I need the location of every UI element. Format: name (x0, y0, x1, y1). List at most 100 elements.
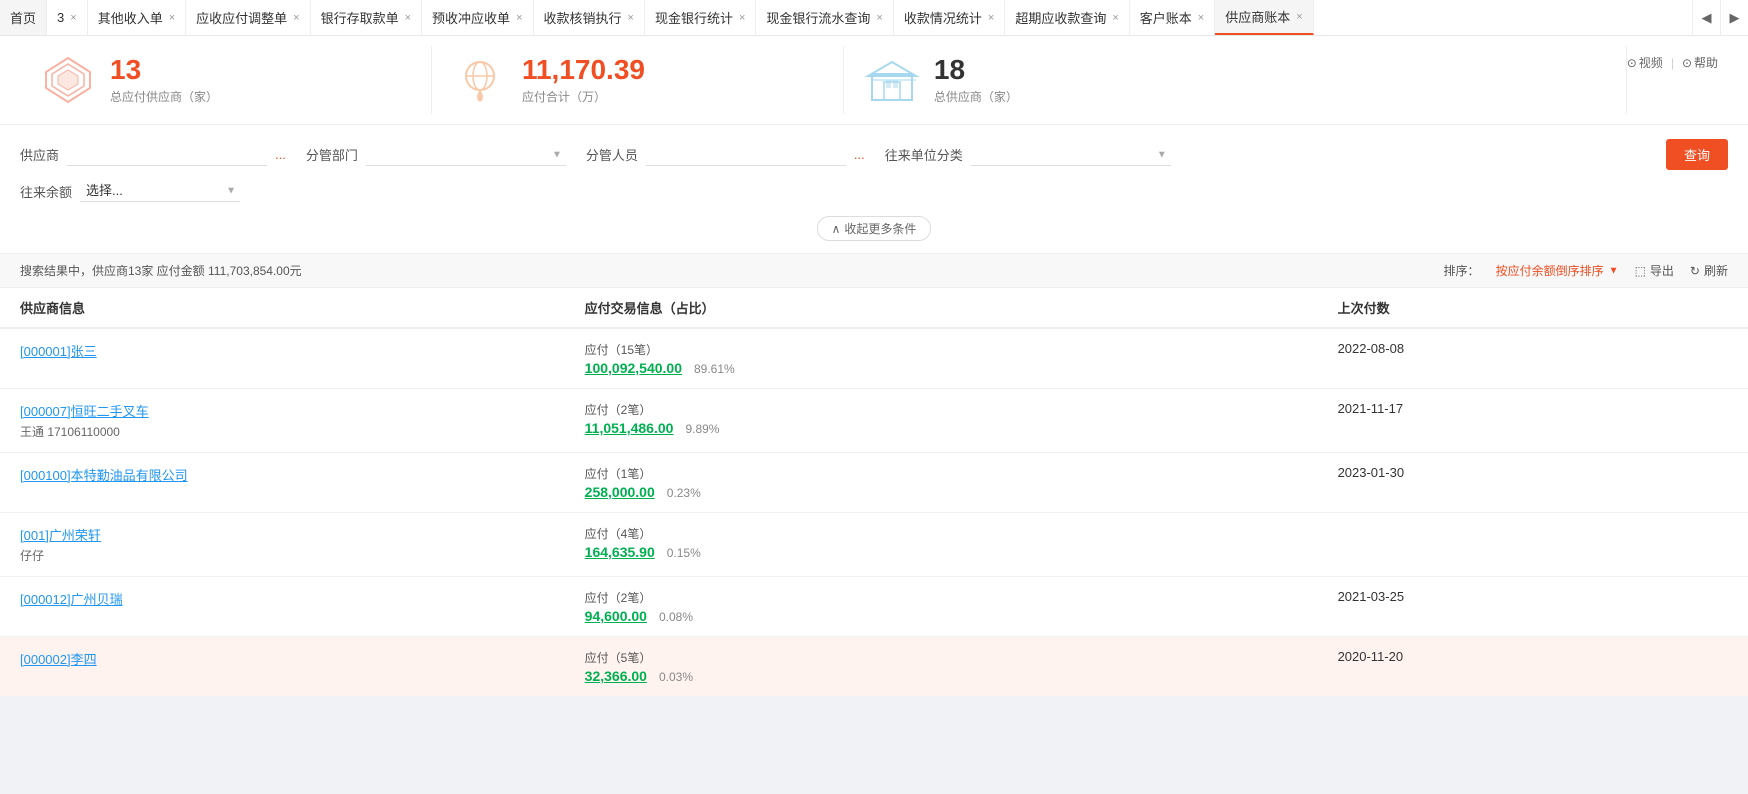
col-header-transaction: 应付交易信息（占比） (585, 298, 1338, 317)
supplier-sub: 王通 17106110000 (20, 423, 585, 440)
nav-collection-stats[interactable]: 收款情况统计 × (894, 0, 1005, 35)
close-icon[interactable]: × (988, 12, 994, 24)
person-filter: 分管人员 ... (586, 144, 865, 166)
tx-amount[interactable]: 11,051,486.00 (585, 420, 674, 436)
supplier-link[interactable]: [000007]恒旺二手叉车 (20, 404, 149, 419)
supplier-info-col: [001]广州荣轩 仔仔 (20, 525, 585, 564)
category-select[interactable] (971, 144, 1171, 166)
help-link[interactable]: ⊙帮助 (1682, 54, 1718, 71)
nav-supplier-ledger[interactable]: 供应商账本 × (1215, 0, 1313, 35)
tx-amount[interactable]: 164,635.90 (585, 544, 655, 560)
filter-row-1: 供应商 ... 分管部门 ▼ 分管人员 ... 往来单位分类 (20, 139, 1728, 170)
supplier-input[interactable] (67, 144, 267, 166)
close-icon[interactable]: × (876, 12, 882, 24)
close-icon[interactable]: × (1198, 12, 1204, 24)
nav-bank-deposit[interactable]: 银行存取款单 × (311, 0, 422, 35)
close-icon[interactable]: × (516, 12, 522, 24)
balance-filter-label: 往来余额 (20, 182, 72, 201)
summary-row: 13 总应付供应商（家） 11,170.39 应付合计（万） (0, 36, 1748, 125)
store-icon (864, 52, 920, 108)
dept-select[interactable] (366, 144, 566, 166)
diamond-icon (40, 52, 96, 108)
close-icon[interactable]: × (628, 12, 634, 24)
person-ellipsis-btn[interactable]: ... (854, 147, 865, 162)
category-select-wrap: ▼ (971, 144, 1171, 166)
tx-percent: 89.61% (694, 362, 735, 376)
tx-percent: 0.08% (659, 610, 693, 624)
table-row[interactable]: [000002]李四 应付（5笔） 32,366.00 0.03% 2020-1… (0, 637, 1748, 697)
table-row[interactable]: [000001]张三 应付（15笔） 100,092,540.00 89.61%… (0, 329, 1748, 389)
col-header-supplier: 供应商信息 (20, 298, 585, 317)
tx-row: 32,366.00 0.03% (585, 668, 1338, 684)
main-table: 供应商信息 应付交易信息（占比） 上次付数 [000001]张三 应付（15笔）… (0, 288, 1748, 697)
supplier-link[interactable]: [000001]张三 (20, 344, 97, 359)
table-row[interactable]: [000100]本特勤油品有限公司 应付（1笔） 258,000.00 0.23… (0, 453, 1748, 513)
results-bar: 搜索结果中，供应商13家 应付金额 111,703,854.00元 排序： 按应… (0, 254, 1748, 288)
search-button[interactable]: 查询 (1666, 139, 1728, 170)
nav-ar-ap-adjust[interactable]: 应收应付调整单 × (186, 0, 310, 35)
transaction-col: 应付（2笔） 11,051,486.00 9.89% (585, 401, 1338, 436)
table-header: 供应商信息 应付交易信息（占比） 上次付数 (0, 288, 1748, 329)
lastpay-col: 2020-11-20 (1338, 649, 1714, 664)
nav-payment-verify[interactable]: 收款核销执行 × (534, 0, 645, 35)
tx-amount[interactable]: 32,366.00 (585, 668, 647, 684)
nav-tab-3[interactable]: 3 × (47, 0, 88, 35)
video-link[interactable]: ⊙视频 (1627, 54, 1663, 71)
close-icon[interactable]: × (70, 12, 76, 24)
supplier-filter-label: 供应商 (20, 145, 59, 164)
close-icon[interactable]: × (739, 12, 745, 24)
supplier-link[interactable]: [001]广州荣轩 (20, 528, 101, 543)
supplier-info-col: [000002]李四 (20, 649, 585, 668)
supplier-info-col: [000012]广州贝瑞 (20, 589, 585, 608)
nav-overdue-ar[interactable]: 超期应收款查询 × (1005, 0, 1129, 35)
tx-row: 164,635.90 0.15% (585, 544, 1338, 560)
sort-select[interactable]: 按应付余额倒序排序 (1496, 264, 1619, 278)
supplier-link[interactable]: [000002]李四 (20, 652, 97, 667)
close-icon[interactable]: × (169, 12, 175, 24)
nav-customer-ledger[interactable]: 客户账本 × (1130, 0, 1215, 35)
tx-percent: 0.15% (667, 546, 701, 560)
close-icon[interactable]: × (405, 12, 411, 24)
sort-label: 排序： (1444, 262, 1480, 279)
supplier-link[interactable]: [000100]本特勤油品有限公司 (20, 468, 188, 483)
close-icon[interactable]: × (1296, 11, 1302, 23)
top-right-links: ⊙视频 | ⊙帮助 (1627, 46, 1728, 71)
payable-suppliers-label: 总应付供应商（家） (110, 88, 218, 105)
tx-label: 应付（1笔） (585, 465, 1338, 482)
nav-advance-offset[interactable]: 预收冲应收单 × (422, 0, 533, 35)
nav-cash-bank-flow[interactable]: 现金银行流水查询 × (756, 0, 893, 35)
transaction-col: 应付（15笔） 100,092,540.00 89.61% (585, 341, 1338, 376)
last-pay-date: 2020-11-20 (1338, 649, 1404, 664)
collapse-button[interactable]: ∧ 收起更多条件 (817, 216, 932, 241)
close-icon[interactable]: × (293, 12, 299, 24)
tx-amount[interactable]: 258,000.00 (585, 484, 655, 500)
nav-prev-button[interactable]: ◀ (1692, 0, 1720, 36)
table-row[interactable]: [001]广州荣轩 仔仔 应付（4笔） 164,635.90 0.15% (0, 513, 1748, 577)
tx-label: 应付（5笔） (585, 649, 1338, 666)
close-icon[interactable]: × (1112, 12, 1118, 24)
supplier-link[interactable]: [000012]广州贝瑞 (20, 592, 123, 607)
supplier-ellipsis-btn[interactable]: ... (275, 147, 286, 162)
filter-area: 供应商 ... 分管部门 ▼ 分管人员 ... 往来单位分类 (0, 125, 1748, 254)
tx-amount[interactable]: 94,600.00 (585, 608, 647, 624)
nav-home[interactable]: 首页 (0, 0, 47, 35)
transaction-col: 应付（2笔） 94,600.00 0.08% (585, 589, 1338, 624)
table-row[interactable]: [000012]广州贝瑞 应付（2笔） 94,600.00 0.08% 2021… (0, 577, 1748, 637)
tx-amount[interactable]: 100,092,540.00 (585, 360, 682, 376)
person-input[interactable] (646, 144, 846, 166)
nav-next-button[interactable]: ▶ (1720, 0, 1748, 36)
balance-select[interactable]: 选择... (80, 180, 240, 202)
refresh-button[interactable]: ↻ 刷新 (1690, 262, 1728, 279)
export-button[interactable]: ⬚ 导出 (1635, 262, 1674, 279)
tx-label: 应付（4笔） (585, 525, 1338, 542)
table-row[interactable]: [000007]恒旺二手叉车 王通 17106110000 应付（2笔） 11,… (0, 389, 1748, 453)
chevron-up-icon: ∧ (832, 222, 841, 236)
dept-filter-label: 分管部门 (306, 145, 358, 164)
summary-card-total-suppliers: 18 总供应商（家） (844, 46, 1627, 114)
nav-cash-bank-stats[interactable]: 现金银行统计 × (645, 0, 756, 35)
summary-text-2: 11,170.39 应付合计（万） (522, 56, 645, 105)
last-pay-date: 2021-03-25 (1338, 589, 1405, 604)
sort-select-wrap: 按应付余额倒序排序 ▼ (1496, 264, 1619, 278)
nav-arrows: ◀ ▶ (1692, 0, 1748, 36)
nav-other-income[interactable]: 其他收入单 × (88, 0, 186, 35)
